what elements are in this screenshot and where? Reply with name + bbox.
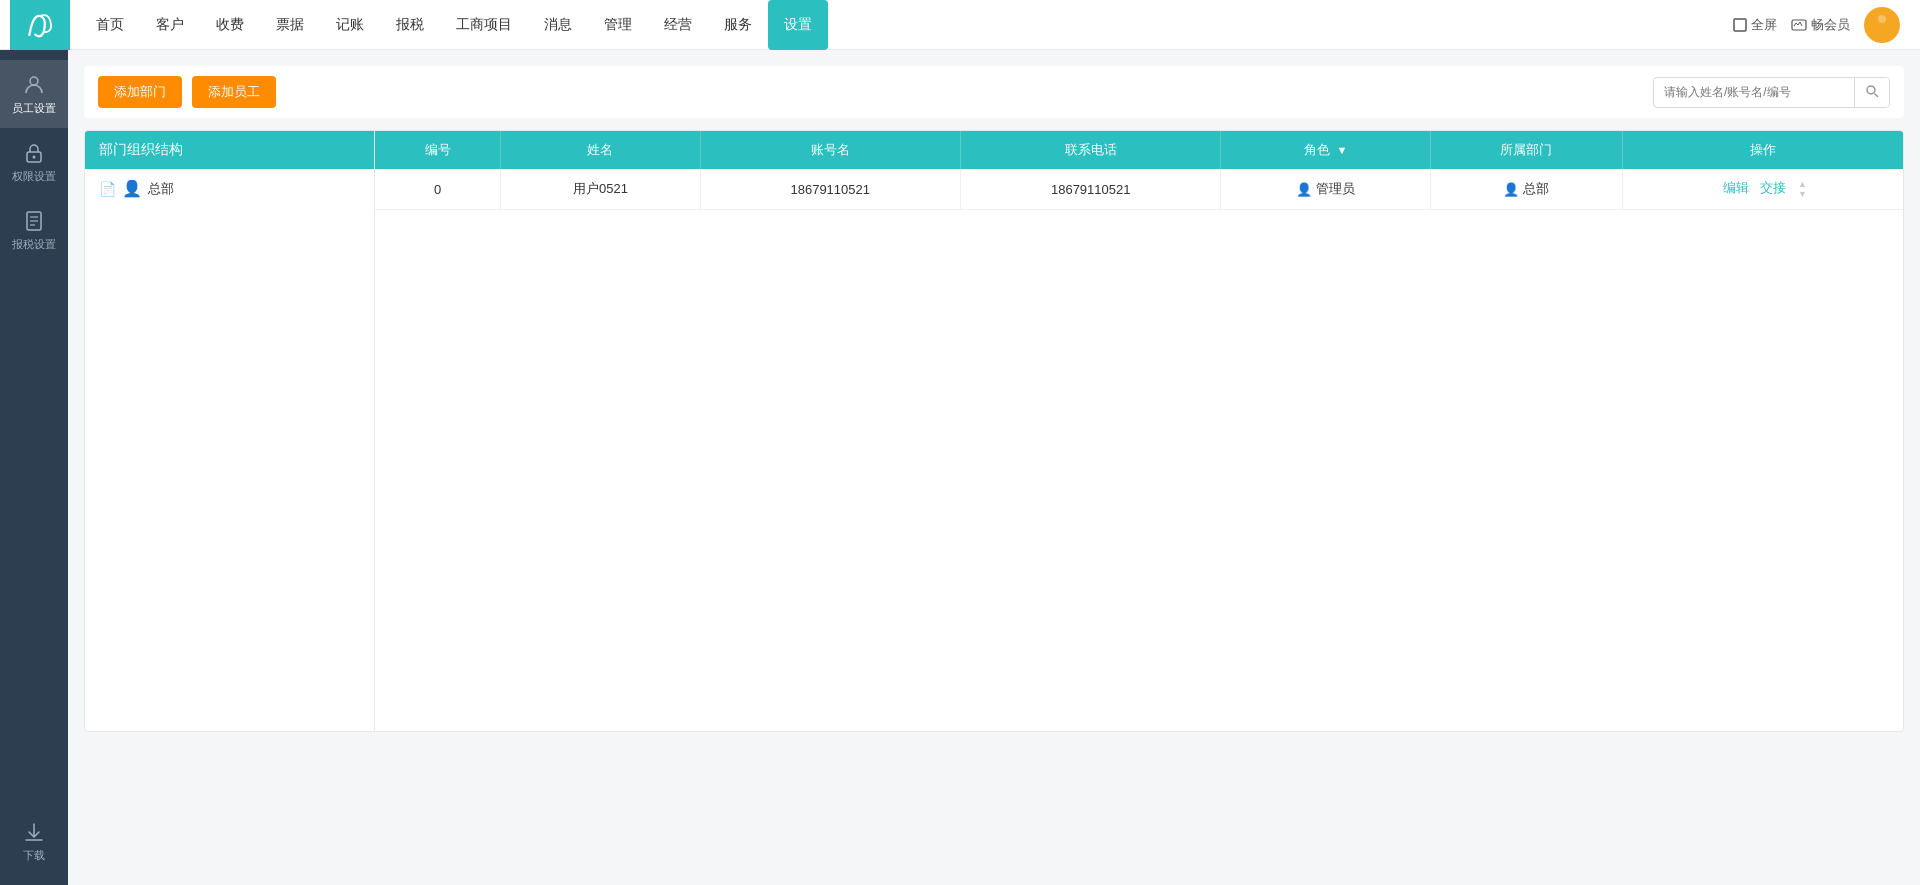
- svg-point-13: [1867, 86, 1875, 94]
- svg-point-7: [33, 155, 36, 158]
- filter-icon: ▼: [1337, 144, 1348, 156]
- report-icon: [22, 209, 46, 233]
- search-box: [1653, 77, 1890, 108]
- nav-tax[interactable]: 报税: [380, 0, 440, 50]
- add-dept-button[interactable]: 添加部门: [98, 76, 182, 108]
- dept-tree-item-general[interactable]: 📄 👤 总部: [85, 169, 374, 208]
- nav-settings[interactable]: 设置: [768, 0, 828, 50]
- search-button[interactable]: [1854, 78, 1889, 107]
- col-action: 操作: [1622, 131, 1903, 169]
- sidebar: 员工设置 权限设置 报税设置: [0, 50, 68, 885]
- main-content: 添加部门 添加员工 部门组织结构 📄 👤: [68, 50, 1920, 885]
- edit-link[interactable]: 编辑: [1723, 180, 1749, 195]
- cell-role: 👤 管理员: [1221, 169, 1430, 210]
- nav-manage[interactable]: 管理: [588, 0, 648, 50]
- dept-user-icon: 👤: [122, 179, 142, 198]
- search-input[interactable]: [1654, 79, 1854, 105]
- col-dept: 所属部门: [1430, 131, 1622, 169]
- person-icon: [22, 73, 46, 97]
- nav-business[interactable]: 工商项目: [440, 0, 528, 50]
- nav-customer[interactable]: 客户: [140, 0, 200, 50]
- content-area: 部门组织结构 📄 👤 总部 编号 姓名 账号名 联系电话: [84, 130, 1904, 732]
- nav-items: 首页 客户 收费 票据 记账 报税 工商项目 消息 管理 经营 服务 设置: [80, 0, 1733, 50]
- sidebar-item-tax-settings[interactable]: 报税设置: [0, 196, 68, 264]
- col-phone: 联系电话: [960, 131, 1220, 169]
- svg-point-5: [30, 77, 38, 85]
- nav-message[interactable]: 消息: [528, 0, 588, 50]
- sidebar-bottom: 下载: [0, 807, 68, 875]
- cell-phone: 18679110521: [960, 169, 1220, 210]
- handover-link[interactable]: 交接: [1760, 180, 1786, 195]
- table-row: 0 用户0521 18679110521 18679110521 👤 管理员 👤…: [375, 169, 1903, 210]
- svg-point-4: [1878, 15, 1886, 23]
- sidebar-item-permission[interactable]: 权限设置: [0, 128, 68, 196]
- svg-point-3: [1874, 28, 1890, 38]
- file-icon: 📄: [99, 181, 116, 197]
- cell-action: 编辑 交接 ▲ ▼: [1622, 169, 1903, 210]
- employees-table: 编号 姓名 账号名 联系电话 角色 ▼ 所属部门 操作: [375, 131, 1903, 210]
- toolbar-left: 添加部门 添加员工: [98, 76, 276, 108]
- col-account: 账号名: [700, 131, 960, 169]
- logo[interactable]: [10, 0, 70, 50]
- fullscreen-btn[interactable]: 全屏: [1733, 16, 1777, 34]
- employee-table: 编号 姓名 账号名 联系电话 角色 ▼ 所属部门 操作: [375, 131, 1903, 731]
- nav-service[interactable]: 服务: [708, 0, 768, 50]
- nav-fee[interactable]: 收费: [200, 0, 260, 50]
- dept-user-icon: 👤: [1503, 182, 1519, 197]
- vip-btn[interactable]: 畅会员: [1791, 16, 1850, 34]
- nav-right: 全屏 畅会员: [1733, 7, 1900, 43]
- layout: 员工设置 权限设置 报税设置: [0, 50, 1920, 885]
- dept-tree: 部门组织结构 📄 👤 总部: [85, 131, 375, 731]
- top-nav: 首页 客户 收费 票据 记账 报税 工商项目 消息 管理 经营 服务 设置 全屏…: [0, 0, 1920, 50]
- table-header-row: 编号 姓名 账号名 联系电话 角色 ▼ 所属部门 操作: [375, 131, 1903, 169]
- nav-operation[interactable]: 经营: [648, 0, 708, 50]
- svg-rect-0: [1734, 19, 1746, 31]
- dept-label: 总部: [148, 180, 174, 198]
- scroll-up-icon[interactable]: ▲: [1798, 179, 1807, 189]
- col-role[interactable]: 角色 ▼: [1221, 131, 1430, 169]
- cell-number: 0: [375, 169, 501, 210]
- scroll-down-icon[interactable]: ▼: [1798, 189, 1807, 199]
- nav-home[interactable]: 首页: [80, 0, 140, 50]
- nav-accounting[interactable]: 记账: [320, 0, 380, 50]
- download-icon: [22, 820, 46, 844]
- add-employee-button[interactable]: 添加员工: [192, 76, 276, 108]
- toolbar: 添加部门 添加员工: [84, 66, 1904, 118]
- lock-icon: [22, 141, 46, 165]
- col-name: 姓名: [501, 131, 700, 169]
- sidebar-item-download[interactable]: 下载: [0, 807, 68, 875]
- svg-line-14: [1875, 93, 1879, 97]
- cell-dept: 👤 总部: [1430, 169, 1622, 210]
- nav-bills[interactable]: 票据: [260, 0, 320, 50]
- cell-account: 18679110521: [700, 169, 960, 210]
- sidebar-item-employee[interactable]: 员工设置: [0, 60, 68, 128]
- dept-tree-header: 部门组织结构: [85, 131, 374, 169]
- user-avatar[interactable]: [1864, 7, 1900, 43]
- role-user-icon: 👤: [1296, 182, 1312, 197]
- cell-name: 用户0521: [501, 169, 700, 210]
- col-number: 编号: [375, 131, 501, 169]
